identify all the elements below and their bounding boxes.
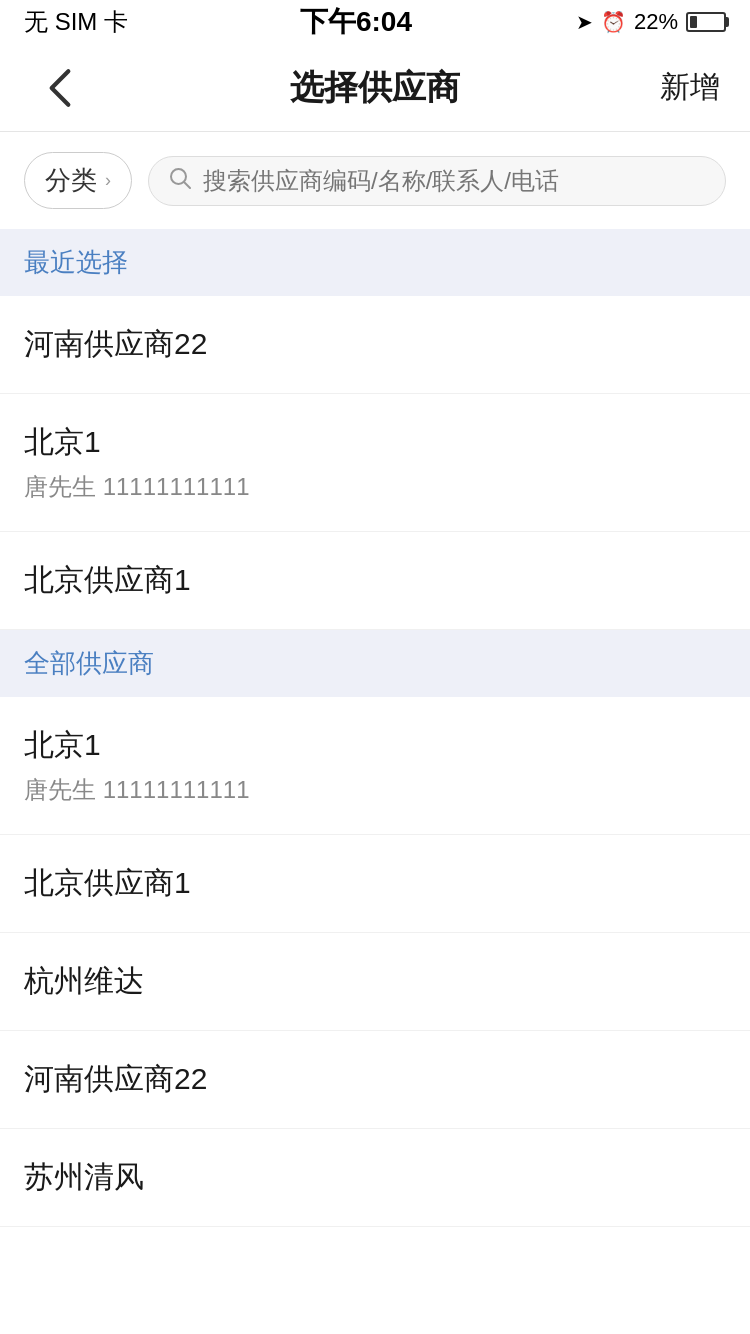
item-name: 北京1 [24,422,726,463]
add-button[interactable]: 新增 [660,67,720,108]
location-icon: ➤ [576,10,593,34]
all-section-header: 全部供应商 [0,630,750,697]
filter-bar: 分类 › [0,132,750,229]
status-bar: 无 SIM 卡 下午6:04 ➤ ⏰ 22% [0,0,750,44]
item-name: 河南供应商22 [24,1059,726,1100]
list-item[interactable]: 苏州清风 [0,1129,750,1227]
item-sub: 唐先生 11111111111 [24,774,726,806]
battery-percent: 22% [634,9,678,35]
alarm-icon: ⏰ [601,10,626,34]
list-item[interactable]: 河南供应商22 [0,296,750,394]
list-item[interactable]: 河南供应商22 [0,1031,750,1129]
item-name: 杭州维达 [24,961,726,1002]
search-input[interactable] [203,167,705,195]
recent-section-header: 最近选择 [0,229,750,296]
recent-section-label: 最近选择 [24,247,128,277]
svg-line-1 [184,182,190,188]
nav-bar: 选择供应商 新增 [0,44,750,132]
list-item[interactable]: 北京1 唐先生 11111111111 [0,697,750,835]
page-title: 选择供应商 [290,65,460,111]
list-item[interactable]: 北京供应商1 [0,835,750,933]
chevron-right-icon: › [105,170,111,191]
item-name: 北京供应商1 [24,863,726,904]
recent-list: 河南供应商22 北京1 唐先生 11111111111 北京供应商1 [0,296,750,630]
battery-icon [686,12,726,32]
list-item[interactable]: 北京供应商1 [0,532,750,630]
item-sub: 唐先生 11111111111 [24,471,726,503]
search-box[interactable] [148,156,726,206]
all-section-label: 全部供应商 [24,648,154,678]
back-button[interactable] [30,58,90,118]
item-name: 北京1 [24,725,726,766]
list-item[interactable]: 杭州维达 [0,933,750,1031]
status-icons: ➤ ⏰ 22% [576,9,726,35]
item-name: 北京供应商1 [24,560,726,601]
item-name: 苏州清风 [24,1157,726,1198]
status-time: 下午6:04 [300,3,412,41]
category-button[interactable]: 分类 › [24,152,132,209]
status-carrier: 无 SIM 卡 [24,6,136,38]
item-name: 河南供应商22 [24,324,726,365]
list-item[interactable]: 北京1 唐先生 11111111111 [0,394,750,532]
all-list: 北京1 唐先生 11111111111 北京供应商1 杭州维达河南供应商22 苏州清风 [0,697,750,1227]
search-icon [169,167,191,195]
